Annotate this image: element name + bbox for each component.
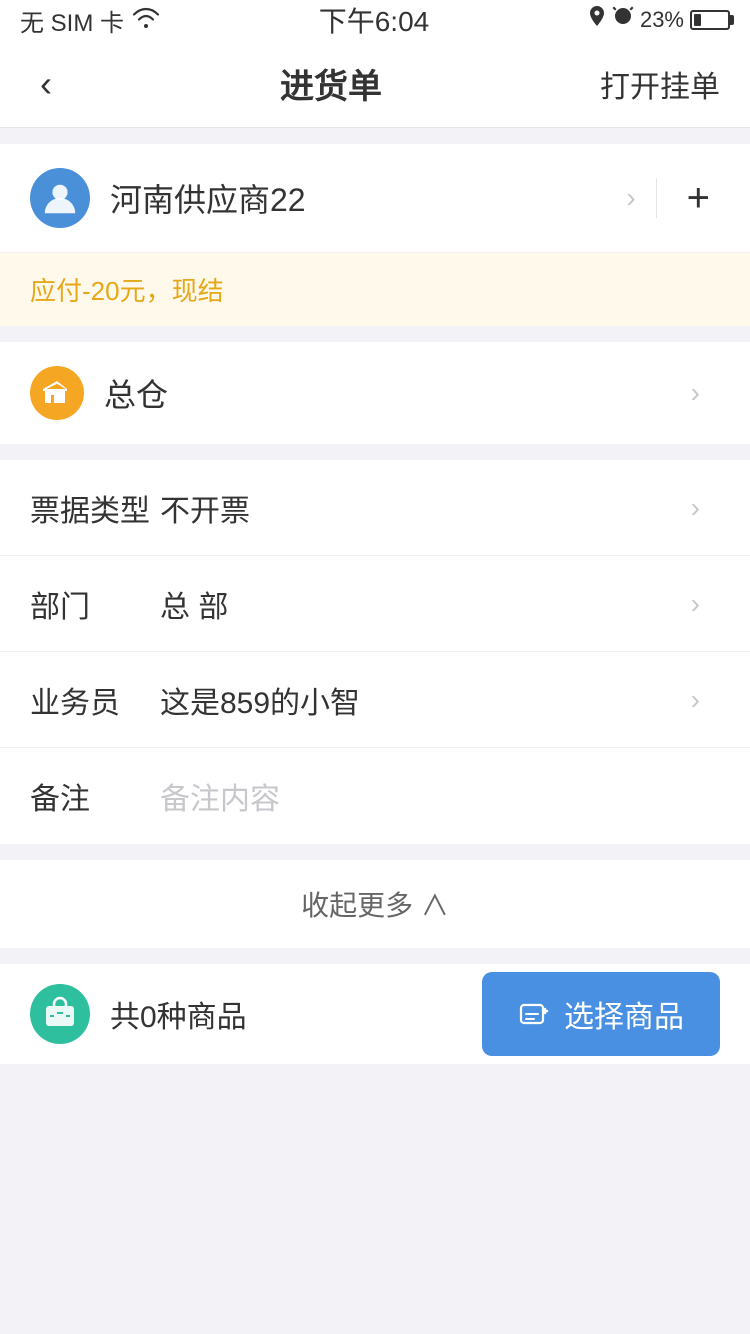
status-right: 23% xyxy=(588,6,730,34)
invoice-type-row[interactable]: 票据类型 不开票 › xyxy=(0,460,750,556)
invoice-chevron-icon: › xyxy=(691,492,700,524)
back-button[interactable]: ‹ xyxy=(30,53,62,115)
location-icon xyxy=(588,6,606,34)
remark-placeholder: 备注内容 xyxy=(160,774,720,818)
supplier-chevron-icon: › xyxy=(626,182,635,214)
page-title: 进货单 xyxy=(280,59,382,108)
product-icon xyxy=(30,984,90,1044)
department-row[interactable]: 部门 总 部 › xyxy=(0,556,750,652)
battery-text: 23% xyxy=(640,7,684,33)
warehouse-card: 总仓 › xyxy=(0,342,750,444)
bottom-bar: 共0种商品 选择商品 xyxy=(0,964,750,1064)
battery-icon xyxy=(690,10,730,30)
salesperson-row[interactable]: 业务员 这是859的小智 › xyxy=(0,652,750,748)
collapse-label: 收起更多 ∧ xyxy=(301,884,449,924)
alarm-icon xyxy=(612,6,634,34)
department-label: 部门 xyxy=(30,582,160,626)
salesperson-label: 业务员 xyxy=(30,678,160,722)
product-count: 共0种商品 xyxy=(110,992,482,1036)
select-product-button[interactable]: 选择商品 xyxy=(482,972,720,1056)
divider xyxy=(656,178,657,218)
select-product-label: 选择商品 xyxy=(564,992,684,1036)
supplier-avatar xyxy=(30,168,90,228)
remark-row[interactable]: 备注 备注内容 xyxy=(0,748,750,844)
time-display: 下午6:04 xyxy=(319,0,430,40)
nav-bar: ‹ 进货单 打开挂单 xyxy=(0,40,750,128)
department-chevron-icon: › xyxy=(691,588,700,620)
invoice-type-value: 不开票 xyxy=(160,486,691,530)
notice-row: 应付-20元，现结 xyxy=(0,253,750,326)
status-left: 无 SIM 卡 xyxy=(20,3,160,38)
form-section: 票据类型 不开票 › 部门 总 部 › 业务员 这是859的小智 › 备注 备注… xyxy=(0,460,750,844)
status-bar: 无 SIM 卡 下午6:04 23% xyxy=(0,0,750,40)
salesperson-chevron-icon: › xyxy=(691,684,700,716)
warehouse-row[interactable]: 总仓 › xyxy=(0,342,750,444)
supplier-name: 河南供应商22 xyxy=(110,175,626,221)
add-button[interactable]: + xyxy=(677,176,720,221)
open-pending-button[interactable]: 打开挂单 xyxy=(600,62,720,106)
department-value: 总 部 xyxy=(160,582,691,626)
salesperson-value: 这是859的小智 xyxy=(160,678,691,722)
remark-label: 备注 xyxy=(30,774,160,818)
invoice-type-label: 票据类型 xyxy=(30,486,160,530)
notice-text: 应付-20元，现结 xyxy=(30,276,224,306)
warehouse-icon xyxy=(30,366,84,420)
wifi-icon xyxy=(132,6,160,35)
warehouse-chevron-icon: › xyxy=(691,377,700,409)
supplier-row[interactable]: 河南供应商22 › + xyxy=(0,144,750,253)
supplier-card: 河南供应商22 › + 应付-20元，现结 xyxy=(0,144,750,326)
content-area: 河南供应商22 › + 应付-20元，现结 总仓 › 票据类型 不开票 xyxy=(0,144,750,1064)
warehouse-name: 总仓 xyxy=(104,370,691,416)
carrier-text: 无 SIM 卡 xyxy=(20,3,124,38)
collapse-row[interactable]: 收起更多 ∧ xyxy=(0,860,750,948)
